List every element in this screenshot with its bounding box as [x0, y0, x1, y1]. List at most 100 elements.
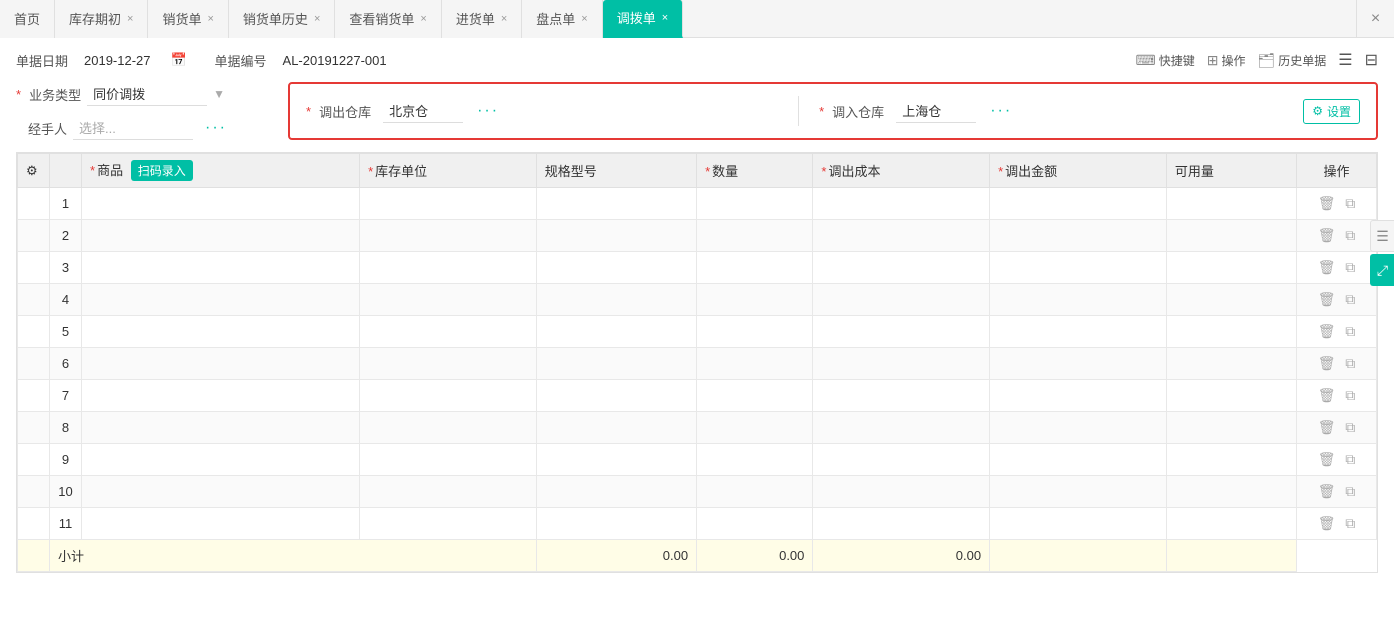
row-cost-9[interactable] [813, 444, 990, 476]
row-spec-5[interactable] [536, 316, 696, 348]
row-cost-3[interactable] [813, 252, 990, 284]
copy-icon-10[interactable]: ⧉ [1345, 483, 1355, 500]
row-spec-9[interactable] [536, 444, 696, 476]
business-type-value[interactable]: 同价调拨 [87, 82, 207, 106]
row-unit-2[interactable] [360, 220, 537, 252]
row-qty-11[interactable] [697, 508, 813, 540]
tab-purchase[interactable]: 进货单 × [442, 0, 522, 38]
row-cost-10[interactable] [813, 476, 990, 508]
row-product-10[interactable] [82, 476, 360, 508]
row-qty-5[interactable] [697, 316, 813, 348]
row-qty-9[interactable] [697, 444, 813, 476]
delete-icon-11[interactable]: 🗑 [1318, 515, 1336, 532]
row-product-3[interactable] [82, 252, 360, 284]
row-cost-7[interactable] [813, 380, 990, 412]
delete-icon-4[interactable]: 🗑 [1318, 291, 1336, 308]
table-settings-icon[interactable]: ⚙ [26, 163, 38, 178]
tab-inventory-check[interactable]: 盘点单 × [522, 0, 602, 38]
row-amount-5[interactable] [990, 316, 1167, 348]
row-qty-2[interactable] [697, 220, 813, 252]
window-close-button[interactable]: × [1356, 0, 1394, 38]
row-cost-2[interactable] [813, 220, 990, 252]
row-amount-2[interactable] [990, 220, 1167, 252]
tab-sales-history[interactable]: 销货单历史 × [229, 0, 335, 38]
row-amount-7[interactable] [990, 380, 1167, 412]
th-settings[interactable]: ⚙ [18, 154, 50, 188]
row-spec-2[interactable] [536, 220, 696, 252]
row-unit-3[interactable] [360, 252, 537, 284]
row-amount-8[interactable] [990, 412, 1167, 444]
row-amount-11[interactable] [990, 508, 1167, 540]
row-qty-4[interactable] [697, 284, 813, 316]
row-product-7[interactable] [82, 380, 360, 412]
row-unit-1[interactable] [360, 188, 537, 220]
row-qty-8[interactable] [697, 412, 813, 444]
row-spec-11[interactable] [536, 508, 696, 540]
row-cost-4[interactable] [813, 284, 990, 316]
row-amount-9[interactable] [990, 444, 1167, 476]
out-warehouse-value[interactable]: 北京仓 [383, 99, 463, 123]
row-product-5[interactable] [82, 316, 360, 348]
row-unit-5[interactable] [360, 316, 537, 348]
row-amount-4[interactable] [990, 284, 1167, 316]
tab-close-sales-order[interactable]: × [207, 13, 213, 25]
delete-icon-2[interactable]: 🗑 [1318, 227, 1336, 244]
row-unit-4[interactable] [360, 284, 537, 316]
row-unit-10[interactable] [360, 476, 537, 508]
row-spec-4[interactable] [536, 284, 696, 316]
delete-icon-10[interactable]: 🗑 [1318, 483, 1336, 500]
out-warehouse-more-btn[interactable]: ··· [477, 102, 499, 120]
row-cost-5[interactable] [813, 316, 990, 348]
delete-icon-7[interactable]: 🗑 [1318, 387, 1336, 404]
row-amount-10[interactable] [990, 476, 1167, 508]
row-unit-7[interactable] [360, 380, 537, 412]
shortcut-btn[interactable]: ⌨ 快捷键 [1135, 52, 1194, 69]
row-product-6[interactable] [82, 348, 360, 380]
row-unit-8[interactable] [360, 412, 537, 444]
float-expand-btn[interactable]: ⤢ [1370, 254, 1394, 286]
row-product-4[interactable] [82, 284, 360, 316]
row-product-9[interactable] [82, 444, 360, 476]
copy-icon-1[interactable]: ⧉ [1345, 195, 1355, 212]
row-unit-9[interactable] [360, 444, 537, 476]
tab-view-sales[interactable]: 查看销货单 × [335, 0, 441, 38]
tab-close-purchase[interactable]: × [501, 13, 507, 25]
row-spec-1[interactable] [536, 188, 696, 220]
tab-inventory-init[interactable]: 库存期初 × [55, 0, 148, 38]
copy-icon-7[interactable]: ⧉ [1345, 387, 1355, 404]
row-product-11[interactable] [82, 508, 360, 540]
handler-more-btn[interactable]: ··· [205, 119, 227, 137]
row-product-2[interactable] [82, 220, 360, 252]
copy-icon-2[interactable]: ⧉ [1345, 227, 1355, 244]
tab-transfer[interactable]: 调拨单 × [603, 0, 683, 38]
in-warehouse-more-btn[interactable]: ··· [990, 102, 1012, 120]
delete-icon-6[interactable]: 🗑 [1318, 355, 1336, 372]
tab-home[interactable]: 首页 [0, 0, 55, 38]
calendar-icon[interactable]: 📅 [171, 52, 187, 68]
copy-icon-3[interactable]: ⧉ [1345, 259, 1355, 276]
settings-btn[interactable]: ⚙ 设置 [1303, 99, 1360, 124]
row-qty-10[interactable] [697, 476, 813, 508]
doc-date-value[interactable]: 2019-12-27 [84, 53, 151, 68]
row-unit-11[interactable] [360, 508, 537, 540]
row-qty-3[interactable] [697, 252, 813, 284]
row-qty-7[interactable] [697, 380, 813, 412]
row-amount-1[interactable] [990, 188, 1167, 220]
row-spec-8[interactable] [536, 412, 696, 444]
tab-close-transfer[interactable]: × [662, 12, 668, 24]
scan-barcode-btn[interactable]: 扫码录入 [131, 160, 193, 181]
operations-btn[interactable]: ⊞ 操作 [1207, 52, 1246, 69]
row-spec-3[interactable] [536, 252, 696, 284]
row-spec-6[interactable] [536, 348, 696, 380]
tab-close-inventory-init[interactable]: × [127, 13, 133, 25]
business-type-dropdown-icon[interactable]: ▼ [213, 87, 225, 101]
row-cost-1[interactable] [813, 188, 990, 220]
delete-icon-1[interactable]: 🗑 [1318, 195, 1336, 212]
history-btn[interactable]: 🗂 历史单据 [1257, 52, 1326, 69]
copy-icon-8[interactable]: ⧉ [1345, 419, 1355, 436]
grid-view-btn[interactable]: ⊟ [1365, 50, 1378, 70]
row-amount-3[interactable] [990, 252, 1167, 284]
row-spec-10[interactable] [536, 476, 696, 508]
tab-close-sales-history[interactable]: × [314, 13, 320, 25]
row-qty-6[interactable] [697, 348, 813, 380]
